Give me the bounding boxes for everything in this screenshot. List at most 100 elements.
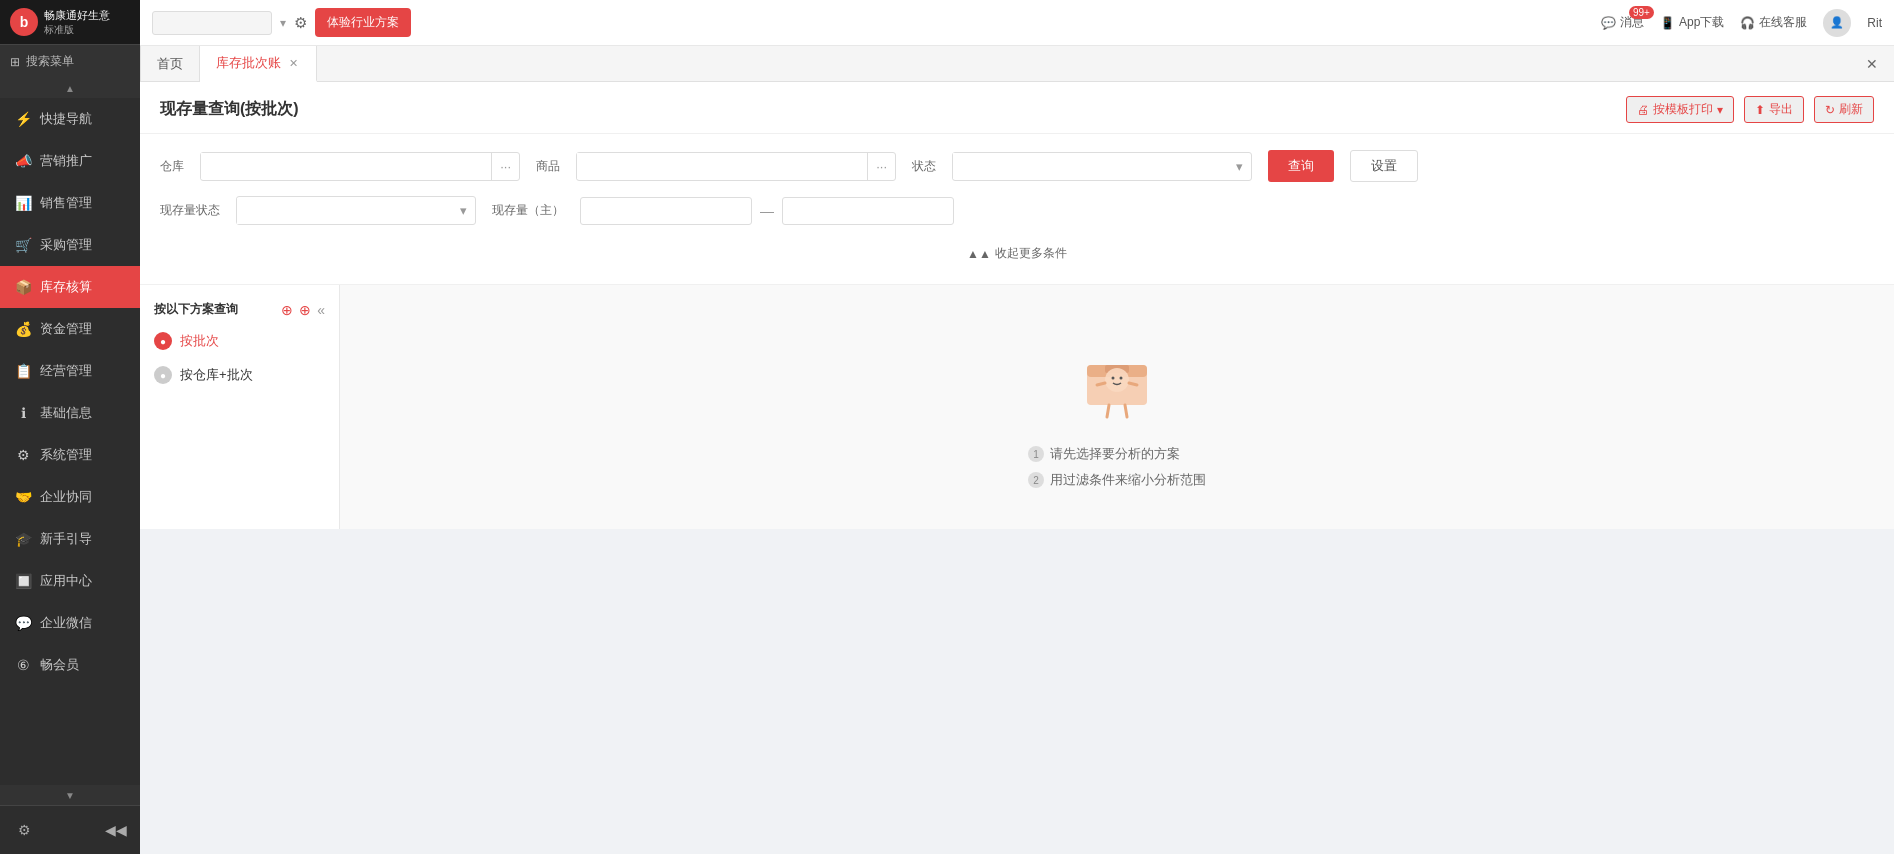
sidebar-header: b 畅康通好生意 标准版 [0, 0, 140, 45]
inventory-qty-label: 现存量（主） [492, 202, 564, 219]
topbar-search-input[interactable] [152, 11, 272, 35]
add-plan-icon[interactable]: ⊕ [281, 302, 293, 318]
tab-home[interactable]: 首页 [140, 46, 200, 82]
message-icon: 💬 [1601, 16, 1616, 30]
finance-icon: 💰 [14, 320, 32, 338]
topbar-gear-icon[interactable]: ⚙ [294, 14, 307, 32]
tip-num-2: 2 [1028, 472, 1044, 488]
sidebar-item-nav[interactable]: ⚡ 快捷导航 [0, 98, 140, 140]
collapse-btn[interactable]: ▲▲ 收起更多条件 [961, 239, 1073, 268]
collapse-icon: ▲▲ [967, 247, 991, 261]
inventory-status-input[interactable] [237, 198, 452, 224]
empty-illustration [1067, 325, 1167, 425]
tab-panel-close-btn[interactable]: ✕ [1866, 56, 1878, 72]
export-icon: ⬆ [1755, 103, 1765, 117]
sidebar-item-management[interactable]: 📋 经营管理 [0, 350, 140, 392]
collapse-sidebar-btn[interactable]: ◀◀ [102, 816, 130, 844]
inventory-status-select: ▾ [236, 196, 476, 225]
tabbar: 首页 库存批次账 ✕ ✕ [140, 46, 1894, 82]
headset-icon: 🎧 [1740, 16, 1755, 30]
plan-icon-red: ● [154, 332, 172, 350]
service-btn[interactable]: 🎧 在线客服 [1740, 14, 1807, 31]
right-area: 1 请先选择要分析的方案 2 用过滤条件来缩小分析范围 [340, 285, 1894, 529]
system-icon: ⚙ [14, 446, 32, 464]
inventory-icon: 📦 [14, 278, 32, 296]
message-badge: 99+ [1629, 6, 1654, 19]
inventory-qty-range: — [580, 197, 840, 225]
plan-item-batch[interactable]: ● 按批次 [140, 324, 339, 358]
sidebar-item-sales[interactable]: 📊 销售管理 [0, 182, 140, 224]
sidebar-item-wechat[interactable]: 💬 企业微信 [0, 602, 140, 644]
print-btn[interactable]: 🖨 按模板打印 ▾ [1626, 96, 1734, 123]
collapse-row: ▲▲ 收起更多条件 [160, 239, 1874, 268]
product-input[interactable] [577, 153, 867, 179]
svg-line-8 [1107, 405, 1109, 417]
scroll-up-btn[interactable]: ▲ [0, 78, 140, 98]
sidebar-item-purchase[interactable]: 🛒 采购管理 [0, 224, 140, 266]
product-input-group: ··· [576, 152, 896, 181]
inventory-qty-min[interactable] [580, 197, 752, 225]
plan-item-warehouse-batch[interactable]: ● 按仓库+批次 [140, 358, 339, 392]
info-icon: ℹ [14, 404, 32, 422]
warehouse-dots-btn[interactable]: ··· [491, 153, 519, 180]
collab-icon: 🤝 [14, 488, 32, 506]
topbar-chevron-icon[interactable]: ▾ [280, 16, 286, 30]
scroll-down-btn[interactable]: ▼ [0, 785, 140, 805]
product-label: 商品 [536, 158, 560, 175]
search-menu-item[interactable]: ⊞ 搜索菜单 [0, 45, 140, 78]
left-panel-header: 按以下方案查询 ⊕ ⊕ « [140, 295, 339, 324]
wechat-icon: 💬 [14, 614, 32, 632]
sidebar-item-info[interactable]: ℹ 基础信息 [0, 392, 140, 434]
company-info: 畅康通好生意 标准版 [44, 8, 110, 35]
filter-row-2: 现存量状态 ▾ 现存量（主） — [160, 196, 1874, 225]
sidebar-item-collab[interactable]: 🤝 企业协同 [0, 476, 140, 518]
sidebar-item-marketing[interactable]: 📣 营销推广 [0, 140, 140, 182]
settings-icon[interactable]: ⚙ [10, 816, 38, 844]
status-chevron-icon[interactable]: ▾ [1228, 153, 1251, 180]
warehouse-input[interactable] [201, 153, 491, 179]
sidebar-item-apps[interactable]: 🔲 应用中心 [0, 560, 140, 602]
panel-collapse-icon[interactable]: « [317, 302, 325, 318]
query-btn[interactable]: 查询 [1268, 150, 1334, 182]
left-panel: 按以下方案查询 ⊕ ⊕ « ● 按批次 ● 按仓库+批次 [140, 285, 340, 529]
empty-tips: 1 请先选择要分析的方案 2 用过滤条件来缩小分析范围 [1028, 445, 1206, 489]
message-btn[interactable]: 💬 消息 99+ [1601, 14, 1644, 31]
username[interactable]: Rit [1867, 16, 1882, 30]
filter-area: 仓库 ··· 商品 ··· 状态 ▾ 查询 [140, 134, 1894, 285]
sidebar-item-member[interactable]: ⑥ 畅会员 [0, 644, 140, 686]
member-icon: ⑥ [14, 656, 32, 674]
export-btn[interactable]: ⬆ 导出 [1744, 96, 1804, 123]
refresh-icon: ↻ [1825, 103, 1835, 117]
page-actions: 🖨 按模板打印 ▾ ⬆ 导出 ↻ 刷新 [1626, 96, 1874, 123]
sidebar-bottom: ⚙ ◀◀ [0, 805, 140, 854]
svg-line-7 [1129, 383, 1137, 385]
avatar[interactable]: 👤 [1823, 9, 1851, 37]
product-dots-btn[interactable]: ··· [867, 153, 895, 180]
management-icon: 📋 [14, 362, 32, 380]
sidebar-item-finance[interactable]: 💰 资金管理 [0, 308, 140, 350]
experience-btn[interactable]: 体验行业方案 [315, 8, 411, 37]
app-logo: b [10, 8, 38, 36]
nav-icon: ⚡ [14, 110, 32, 128]
left-panel-actions: ⊕ ⊕ « [281, 302, 325, 318]
svg-point-4 [1112, 377, 1115, 380]
sidebar-item-system[interactable]: ⚙ 系统管理 [0, 434, 140, 476]
sidebar-item-guide[interactable]: 🎓 新手引导 [0, 518, 140, 560]
refresh-btn[interactable]: ↻ 刷新 [1814, 96, 1874, 123]
page-content: 现存量查询(按批次) 🖨 按模板打印 ▾ ⬆ 导出 ↻ 刷新 [140, 82, 1894, 854]
inventory-qty-max[interactable] [782, 197, 954, 225]
search-icon: ⊞ [10, 55, 20, 69]
topbar-right: 💬 消息 99+ 📱 App下载 🎧 在线客服 👤 Rit [1601, 9, 1882, 37]
tab-close-btn[interactable]: ✕ [287, 55, 300, 72]
app-download-btn[interactable]: 📱 App下载 [1660, 14, 1724, 31]
inventory-status-chevron-icon[interactable]: ▾ [452, 197, 475, 224]
svg-point-3 [1105, 368, 1129, 392]
settings-btn[interactable]: 设置 [1350, 150, 1418, 182]
page-title: 现存量查询(按批次) [160, 99, 299, 120]
tab-inventory-batch[interactable]: 库存批次账 ✕ [200, 46, 317, 82]
empty-state: 1 请先选择要分析的方案 2 用过滤条件来缩小分析范围 [988, 285, 1246, 529]
settings-plan-icon[interactable]: ⊕ [299, 302, 311, 318]
filter-row-1: 仓库 ··· 商品 ··· 状态 ▾ 查询 [160, 150, 1874, 182]
status-input[interactable] [953, 153, 1228, 179]
sidebar-item-inventory[interactable]: 📦 库存核算 [0, 266, 140, 308]
